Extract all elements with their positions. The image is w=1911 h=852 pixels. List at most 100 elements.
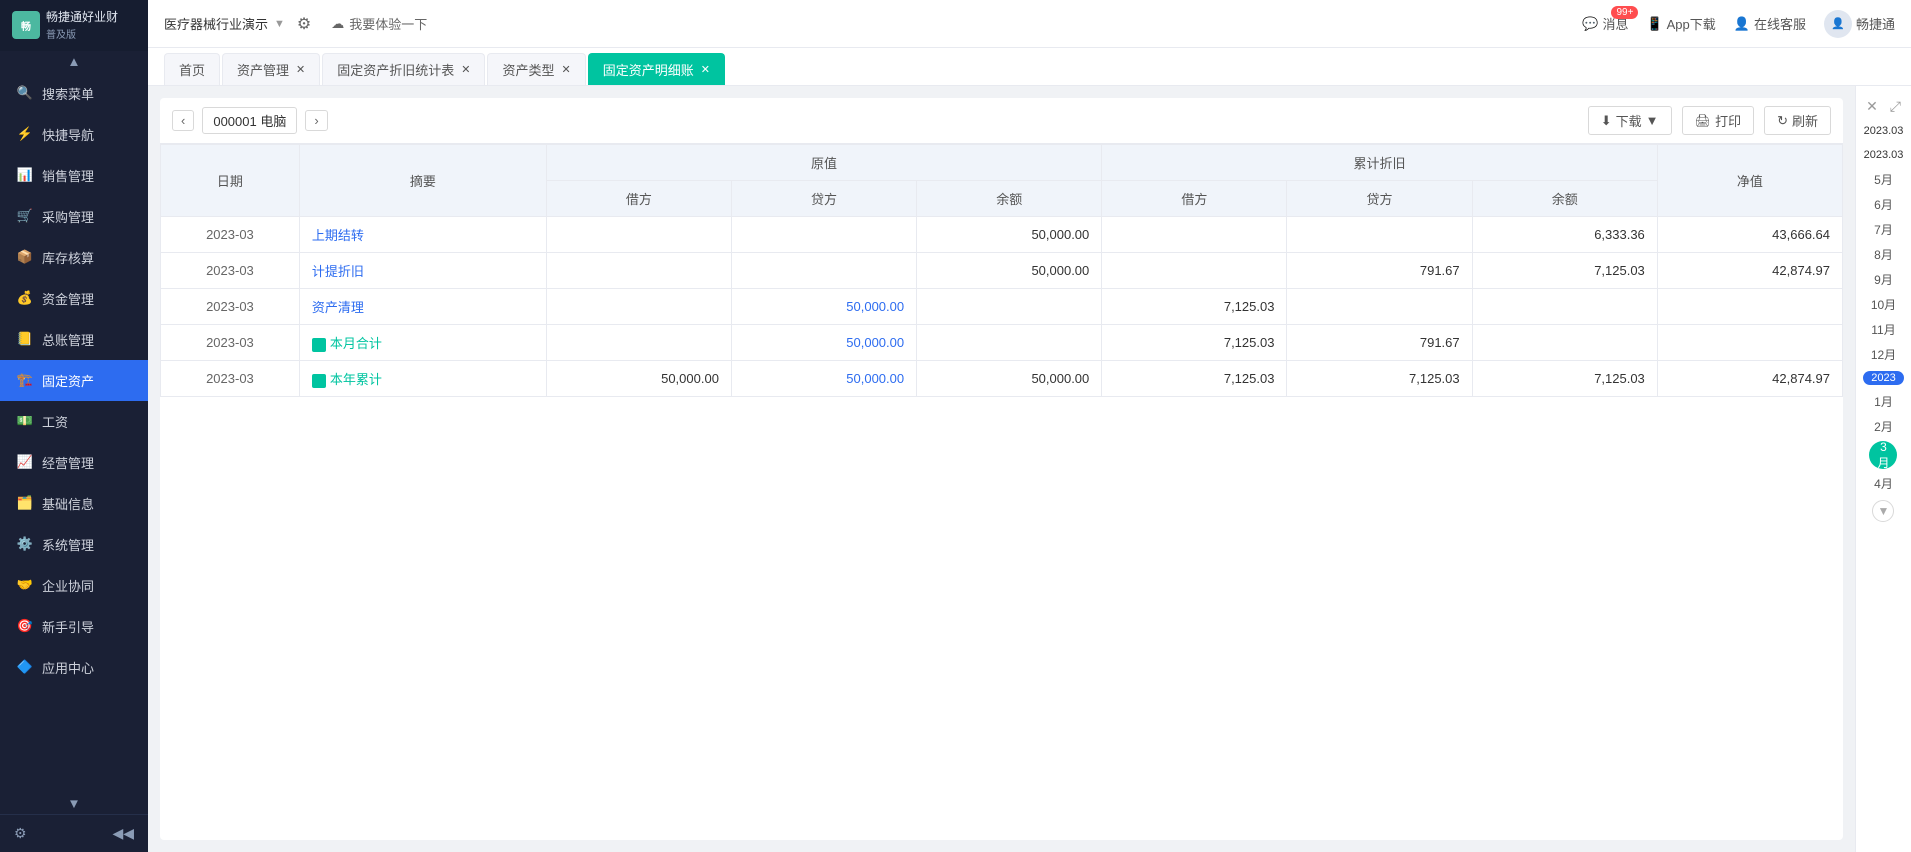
cell-accum-balance: 7,125.03 <box>1472 253 1657 289</box>
experience-button[interactable]: ☁ 我要体验一下 <box>331 14 427 33</box>
tab-close-asset-type[interactable]: ✕ <box>562 63 571 76</box>
panel-month-prev-12月[interactable]: 12月 <box>1863 342 1903 367</box>
topbar-settings-icon[interactable]: ⚙ <box>297 14 311 34</box>
cell-orig-credit: 50,000.00 <box>731 289 916 325</box>
menu-label-funds: 资金管理 <box>42 289 94 308</box>
cell-summary: 上期结转 <box>299 217 546 253</box>
sidebar-item-search[interactable]: 🔍搜索菜单 <box>0 73 148 114</box>
sidebar-item-basic-info[interactable]: 🗂️基础信息 <box>0 483 148 524</box>
sidebar-item-sales[interactable]: 📊销售管理 <box>0 155 148 196</box>
menu-icon-payroll: 💵 <box>16 412 34 430</box>
panel-month-prev-6月[interactable]: 6月 <box>1863 192 1903 217</box>
summary-text: 计提折旧 <box>312 264 364 279</box>
panel-month-prev-7月[interactable]: 7月 <box>1863 217 1903 242</box>
print-icon: 🖨 <box>1695 113 1712 129</box>
panel-expand-icon[interactable]: ⤢ <box>1886 94 1905 119</box>
online-service-button[interactable]: 👤 在线客服 <box>1734 14 1806 33</box>
print-label: 打印 <box>1715 111 1741 130</box>
menu-label-app-center: 应用中心 <box>42 658 94 677</box>
panel-year-badge: 2023 <box>1863 371 1903 385</box>
tab-label-home: 首页 <box>179 60 205 79</box>
sidebar-item-payroll[interactable]: 💵工资 <box>0 401 148 442</box>
cell-accum-debit: 7,125.03 <box>1102 289 1287 325</box>
panel-month-prev-10月[interactable]: 10月 <box>1863 292 1903 317</box>
tab-close-asset-detail[interactable]: ✕ <box>701 63 710 76</box>
cell-orig-balance: 50,000.00 <box>917 361 1102 397</box>
th-accum-debit: 借方 <box>1102 181 1287 217</box>
menu-label-enterprise: 企业协同 <box>42 576 94 595</box>
menu-label-operations: 经营管理 <box>42 453 94 472</box>
main-area: 医疗器械行业演示 ▼ ⚙ ☁ 我要体验一下 💬 消息 99+ 📱 App下载 👤… <box>148 0 1911 852</box>
app-download-button[interactable]: 📱 App下载 <box>1646 14 1715 33</box>
sidebar-item-quick-nav[interactable]: ⚡快捷导航 <box>0 114 148 155</box>
sidebar-item-funds[interactable]: 💰资金管理 <box>0 278 148 319</box>
user-menu-button[interactable]: 👤 畅捷通 <box>1824 10 1895 38</box>
sidebar-item-purchase[interactable]: 🛒采购管理 <box>0 196 148 237</box>
cell-accum-balance <box>1472 289 1657 325</box>
cell-orig-credit: 50,000.00 <box>731 361 916 397</box>
panel-scroll-down-button[interactable]: ▼ <box>1872 500 1894 522</box>
th-accum-credit: 贷方 <box>1287 181 1472 217</box>
collapse-sidebar-button[interactable]: ◀◀ <box>112 825 134 842</box>
cell-summary: 计提折旧 <box>299 253 546 289</box>
panel-close-icon[interactable]: ✕ <box>1862 94 1882 119</box>
content-main: ‹ 000001 电脑 › ⬇ 下载 ▼ 🖨 打印 ↻ 刷新 <box>148 86 1855 852</box>
cell-summary: 本月合计 <box>299 325 546 361</box>
panel-month-3月[interactable]: 3月 <box>1869 441 1897 469</box>
th-date: 日期 <box>161 145 300 217</box>
sidebar-item-inventory[interactable]: 📦库存核算 <box>0 237 148 278</box>
online-service-icon: 👤 <box>1734 16 1750 32</box>
company-selector[interactable]: 医疗器械行业演示 ▼ <box>164 14 285 33</box>
menu-icon-system: ⚙️ <box>16 535 34 553</box>
logo-text-block: 畅捷通好业财 普及版 <box>46 10 118 41</box>
sidebar-item-enterprise[interactable]: 🤝企业协同 <box>0 565 148 606</box>
tab-asset-type[interactable]: 资产类型✕ <box>487 53 585 85</box>
download-icon: ⬇ <box>1601 113 1612 129</box>
sidebar-scroll-down[interactable]: ▼ <box>0 792 148 814</box>
refresh-button[interactable]: ↻ 刷新 <box>1764 106 1831 135</box>
sidebar-item-operations[interactable]: 📈经营管理 <box>0 442 148 483</box>
cell-net-value: 42,874.97 <box>1657 253 1842 289</box>
menu-label-inventory: 库存核算 <box>42 248 94 267</box>
notifications-button[interactable]: 💬 消息 99+ <box>1582 14 1628 33</box>
tab-close-depreciation-stats[interactable]: ✕ <box>461 63 470 76</box>
download-label: 下载 <box>1616 111 1642 130</box>
experience-cloud-icon: ☁ <box>331 16 344 32</box>
tab-asset-management[interactable]: 资产管理✕ <box>222 53 320 85</box>
cell-net-value: 42,874.97 <box>1657 361 1842 397</box>
panel-month-prev-5月[interactable]: 5月 <box>1863 167 1903 192</box>
sidebar-item-system[interactable]: ⚙️ 系统管理 <box>0 524 148 565</box>
panel-month-4月[interactable]: 4月 <box>1863 471 1903 496</box>
panel-month-1月[interactable]: 1月 <box>1863 389 1903 414</box>
next-asset-button[interactable]: › <box>305 110 327 131</box>
panel-month-prev-8月[interactable]: 8月 <box>1863 242 1903 267</box>
sidebar-item-fixed-assets[interactable]: 🏗️固定资产 <box>0 360 148 401</box>
cell-summary: 资产清理 <box>299 289 546 325</box>
menu-icon-guide: 🎯 <box>16 617 34 635</box>
sidebar-scroll-up[interactable]: ▲ <box>0 51 148 73</box>
tab-home[interactable]: 首页 <box>164 53 220 85</box>
print-button[interactable]: 🖨 打印 <box>1682 106 1755 135</box>
tab-asset-detail[interactable]: 固定资产明细账✕ <box>588 53 725 85</box>
table-row: 2023-03 资产清理 50,000.00 7,125.03 <box>161 289 1843 325</box>
summary-text: 上期结转 <box>312 228 364 243</box>
tab-depreciation-stats[interactable]: 固定资产折旧统计表 ✕ <box>322 53 485 85</box>
sidebar-bottom: ⚙ ◀◀ <box>0 814 148 852</box>
right-date-panel: ✕ ⤢ 2023.03 2023.03 5月6月7月8月9月10月11月12月2… <box>1855 86 1911 852</box>
menu-icon-app-center: 🔷 <box>16 658 34 676</box>
tab-close-asset-management[interactable]: ✕ <box>296 63 305 76</box>
cell-orig-credit <box>731 253 916 289</box>
panel-month-prev-11月[interactable]: 11月 <box>1863 317 1903 342</box>
prev-asset-button[interactable]: ‹ <box>172 110 194 131</box>
tab-label-depreciation-stats: 固定资产折旧统计表 <box>337 60 454 79</box>
sidebar-item-ledger[interactable]: 📒总账管理 <box>0 319 148 360</box>
sidebar-item-app-center[interactable]: 🔷 应用中心 <box>0 647 148 688</box>
menu-label-system: 系统管理 <box>42 535 94 554</box>
sidebar-item-guide[interactable]: 🎯新手引导 <box>0 606 148 647</box>
cell-orig-debit <box>546 325 731 361</box>
logo-main-text: 畅捷通好业财 <box>46 10 118 26</box>
settings-icon[interactable]: ⚙ <box>14 825 27 842</box>
panel-month-2月[interactable]: 2月 <box>1863 414 1903 439</box>
panel-month-prev-9月[interactable]: 9月 <box>1863 267 1903 292</box>
download-button[interactable]: ⬇ 下载 ▼ <box>1588 106 1672 135</box>
